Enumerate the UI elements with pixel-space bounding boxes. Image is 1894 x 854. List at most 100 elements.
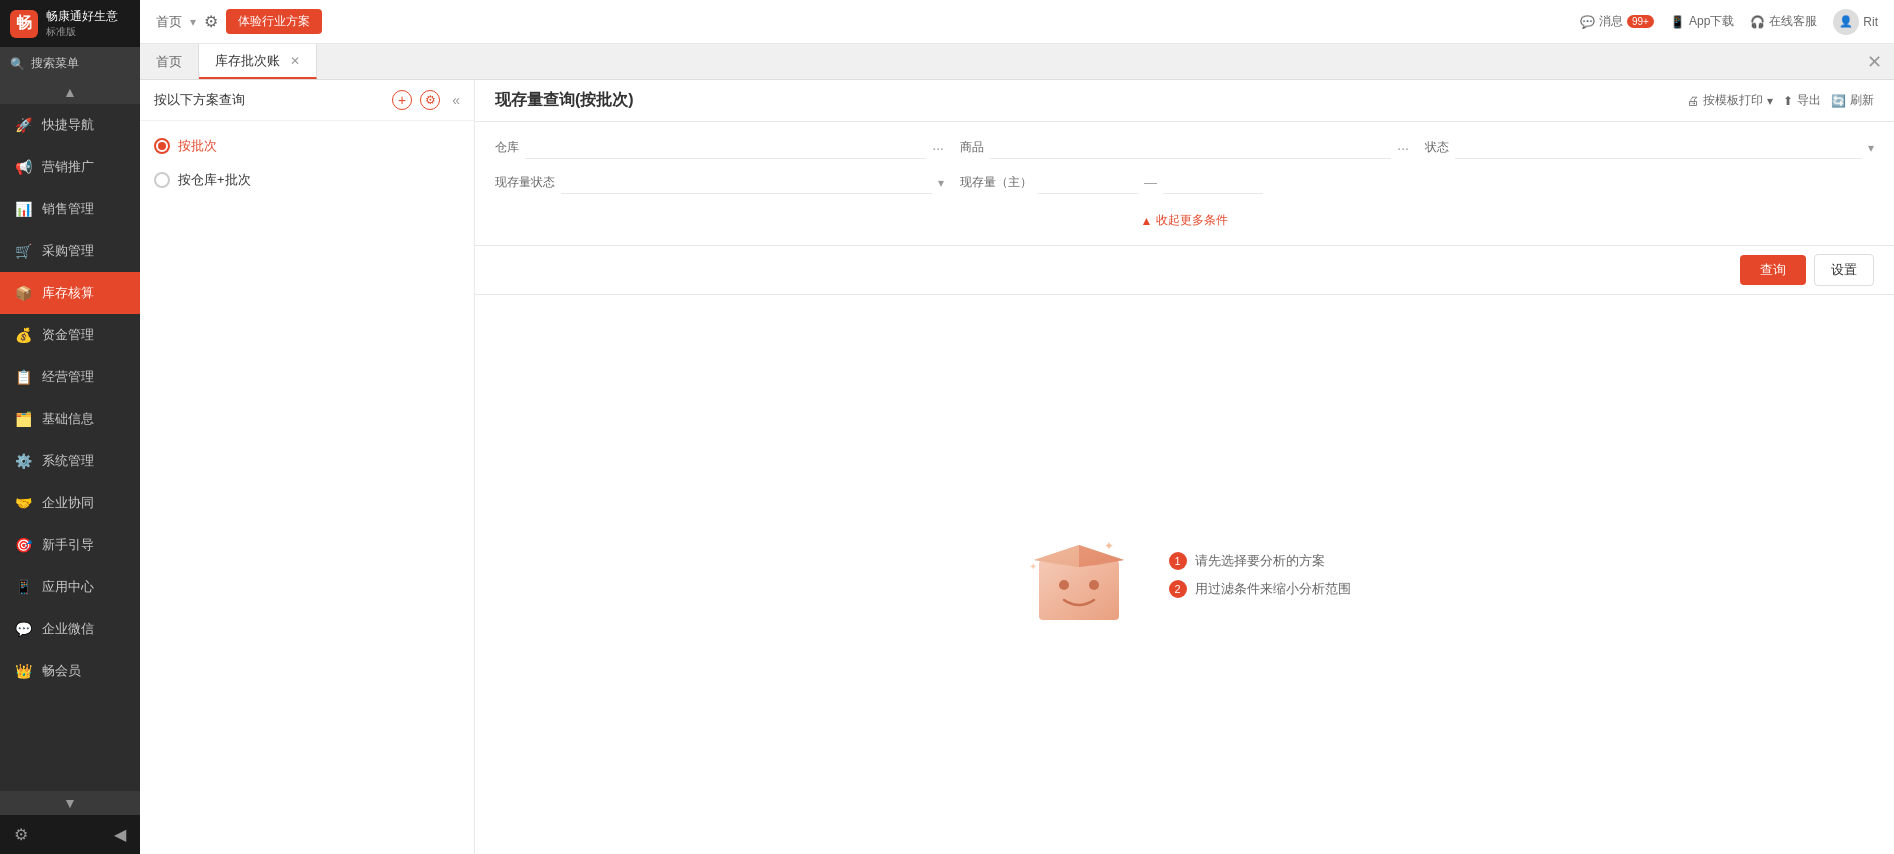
empty-state: ✦ ✦ 1 请先选择要分析的方案 2 用过滤条件来缩小分析范围 (475, 295, 1894, 854)
svg-text:✦: ✦ (1029, 561, 1037, 572)
warehouse-more-icon[interactable]: ··· (932, 140, 944, 156)
export-btn-label: 导出 (1797, 92, 1821, 109)
print-dropdown-icon[interactable]: ▾ (1767, 94, 1773, 108)
svg-point-5 (1089, 580, 1099, 590)
finance-icon: 💰 (14, 326, 32, 344)
scheme-settings-btn[interactable]: ⚙ (420, 90, 440, 110)
status-dropdown-icon[interactable]: ▾ (1868, 141, 1874, 155)
app-download-btn[interactable]: 📱 App下载 (1670, 13, 1734, 30)
stock-status-input[interactable] (561, 171, 932, 194)
warehouse-filter-input[interactable] (525, 136, 926, 159)
sidebar-footer-settings[interactable]: ⚙ (14, 825, 28, 844)
sidebar-item-quick-nav[interactable]: 🚀 快捷导航 (0, 104, 140, 146)
right-content: 现存量查询(按批次) 🖨 按模板打印 ▾ ⬆ 导出 🔄 刷新 (475, 80, 1894, 854)
headset-icon: 🎧 (1750, 15, 1765, 29)
app-download-label: App下载 (1689, 13, 1734, 30)
tip-text-1: 请先选择要分析的方案 (1195, 552, 1325, 570)
sidebar-item-label: 营销推广 (42, 158, 94, 176)
operations-icon: 📋 (14, 368, 32, 386)
tab-home[interactable]: 首页 (140, 44, 199, 79)
sidebar-scroll-up[interactable]: ▲ (0, 80, 140, 104)
product-more-icon[interactable]: ··· (1397, 140, 1409, 156)
sidebar-item-enterprise[interactable]: 🤝 企业协同 (0, 482, 140, 524)
inventory-icon: 📦 (14, 284, 32, 302)
settings-btn[interactable]: 设置 (1814, 254, 1874, 286)
sidebar-item-label: 企业微信 (42, 620, 94, 638)
enterprise-icon: 🤝 (14, 494, 32, 512)
user-avatar: 👤 (1833, 9, 1859, 35)
sidebar-item-label: 经营管理 (42, 368, 94, 386)
scheme-header-actions: + ⚙ « (392, 90, 460, 110)
scheme-add-btn[interactable]: + (392, 90, 412, 110)
tab-panel-close-btn[interactable]: ✕ (1855, 44, 1894, 79)
query-btn[interactable]: 查询 (1740, 255, 1806, 285)
stock-status-dropdown-icon[interactable]: ▾ (938, 176, 944, 190)
refresh-icon: 🔄 (1831, 94, 1846, 108)
topbar-settings-icon[interactable]: ⚙ (204, 12, 218, 31)
page-title-bar: 现存量查询(按批次) 🖨 按模板打印 ▾ ⬆ 导出 🔄 刷新 (475, 80, 1894, 122)
stock-qty-to-input[interactable] (1163, 171, 1263, 194)
print-btn-label: 按模板打印 (1703, 92, 1763, 109)
trial-btn[interactable]: 体验行业方案 (226, 9, 322, 34)
sidebar-footer-collapse[interactable]: ◀ (114, 825, 126, 844)
sidebar-item-label: 系统管理 (42, 452, 94, 470)
sidebar-item-label: 资金管理 (42, 326, 94, 344)
quick-nav-icon: 🚀 (14, 116, 32, 134)
sidebar-search-label: 搜索菜单 (31, 55, 79, 72)
online-service-btn[interactable]: 🎧 在线客服 (1750, 13, 1817, 30)
purchase-icon: 🛒 (14, 242, 32, 260)
export-btn[interactable]: ⬆ 导出 (1783, 92, 1821, 109)
empty-illustration: ✦ ✦ (1019, 515, 1139, 635)
search-icon: 🔍 (10, 57, 25, 71)
sidebar-item-basics[interactable]: 🗂️ 基础信息 (0, 398, 140, 440)
sidebar-nav: 🚀 快捷导航 📢 营销推广 📊 销售管理 🛒 采购管理 📦 库存核算 💰 资金管… (0, 104, 140, 791)
refresh-btn[interactable]: 🔄 刷新 (1831, 92, 1874, 109)
stock-qty-from-input[interactable] (1038, 171, 1138, 194)
scheme-radio-warehouse-batch (154, 172, 170, 188)
topbar-dropdown-icon[interactable]: ▾ (190, 15, 196, 29)
print-btn[interactable]: 🖨 按模板打印 ▾ (1687, 92, 1773, 109)
refresh-btn-label: 刷新 (1850, 92, 1874, 109)
tab-inventory-batch[interactable]: 库存批次账 ✕ (199, 44, 317, 79)
scheme-item-warehouse-batch[interactable]: 按仓库+批次 (140, 163, 474, 197)
filter-collapse-btn[interactable]: ▲ 收起更多条件 (495, 206, 1874, 239)
user-avatar-btn[interactable]: 👤 Rit (1833, 9, 1878, 35)
sidebar-item-sales[interactable]: 📊 销售管理 (0, 188, 140, 230)
sidebar-item-wechat[interactable]: 💬 企业微信 (0, 608, 140, 650)
sidebar-item-marketing[interactable]: 📢 营销推广 (0, 146, 140, 188)
filter-warehouse: 仓库 ··· (495, 136, 944, 159)
company-edition: 标准版 (46, 25, 118, 39)
sidebar-item-label: 应用中心 (42, 578, 94, 596)
tab-close-icon[interactable]: ✕ (290, 54, 300, 68)
filter-status: 状态 ▾ (1425, 136, 1874, 159)
sidebar-item-label: 采购管理 (42, 242, 94, 260)
filter-stock-status: 现存量状态 ▾ (495, 171, 944, 194)
filter-row-2: 现存量状态 ▾ 现存量（主） — (495, 171, 1874, 194)
sidebar-footer: ⚙ ◀ (0, 815, 140, 854)
message-icon: 💬 (1580, 15, 1595, 29)
sidebar-item-newuser[interactable]: 🎯 新手引导 (0, 524, 140, 566)
member-icon: 👑 (14, 662, 32, 680)
newuser-icon: 🎯 (14, 536, 32, 554)
sidebar-item-member[interactable]: 👑 畅会员 (0, 650, 140, 692)
svg-text:✦: ✦ (1104, 539, 1114, 553)
product-filter-input[interactable] (990, 136, 1391, 159)
product-filter-label: 商品 (960, 139, 984, 156)
sidebar-item-apps[interactable]: 📱 应用中心 (0, 566, 140, 608)
scheme-panel: 按以下方案查询 + ⚙ « 按批次 按仓库+批次 (140, 80, 475, 854)
sidebar-item-inventory[interactable]: 📦 库存核算 (0, 272, 140, 314)
sidebar-logo: 畅 (10, 10, 38, 38)
messages-btn[interactable]: 💬 消息 99+ (1580, 13, 1654, 30)
sidebar-company: 畅康通好生意 标准版 (46, 8, 118, 39)
topbar-breadcrumb[interactable]: 首页 (156, 13, 182, 31)
scheme-item-batch[interactable]: 按批次 (140, 129, 474, 163)
sidebar-item-finance[interactable]: 💰 资金管理 (0, 314, 140, 356)
sidebar-scroll-down[interactable]: ▼ (0, 791, 140, 815)
sidebar-item-purchase[interactable]: 🛒 采购管理 (0, 230, 140, 272)
status-filter-input[interactable] (1455, 136, 1862, 159)
scheme-collapse-btn[interactable]: « (452, 92, 460, 108)
sidebar-search[interactable]: 🔍 搜索菜单 (0, 47, 140, 80)
sidebar-item-system[interactable]: ⚙️ 系统管理 (0, 440, 140, 482)
sidebar-item-operations[interactable]: 📋 经营管理 (0, 356, 140, 398)
scheme-panel-header: 按以下方案查询 + ⚙ « (140, 80, 474, 121)
